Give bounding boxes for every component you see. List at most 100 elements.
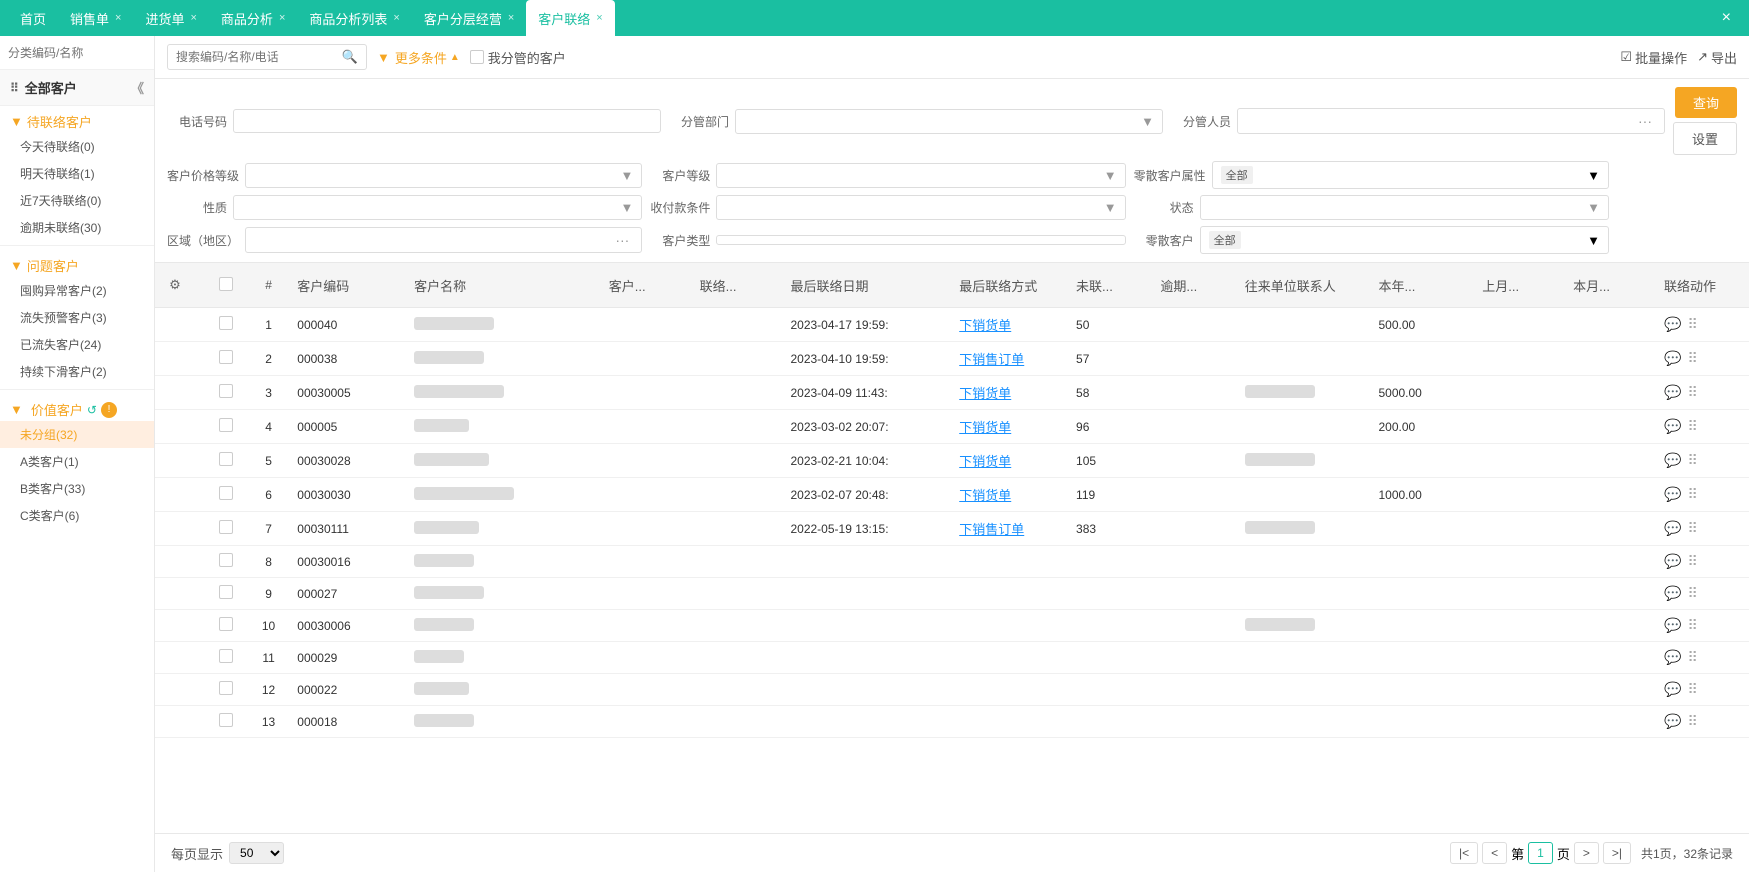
tab-purchase-order[interactable]: 进货单 ×	[133, 0, 208, 36]
chat-icon[interactable]: 💬	[1664, 316, 1681, 333]
group-value-customers[interactable]: ▼ 价值客户 ↺ !	[0, 394, 154, 421]
table-cell[interactable]	[207, 410, 246, 444]
nav-close-button[interactable]: ×	[1712, 9, 1741, 27]
th-last-contact-type[interactable]: 最后联络方式	[953, 263, 1070, 308]
sidebar-item-churned[interactable]: 已流失客户(24)	[0, 331, 154, 358]
more-action-icon[interactable]: ⠿	[1687, 617, 1697, 634]
th-unlink-days[interactable]: 未联...	[1070, 263, 1154, 308]
row-checkbox[interactable]	[219, 384, 233, 398]
th-overdue[interactable]: 逾期...	[1154, 263, 1238, 308]
last-type-link[interactable]: 下销货单	[959, 488, 1011, 503]
settings-icon[interactable]: ⚙	[161, 271, 189, 299]
my-customers-checkbox[interactable]: 我分管的客户	[470, 48, 566, 67]
last-contact-type-cell[interactable]: 下销售订单	[953, 342, 1070, 376]
home-tab[interactable]: 首页	[8, 9, 58, 28]
row-checkbox[interactable]	[219, 418, 233, 432]
last-type-link[interactable]: 下销货单	[959, 420, 1011, 435]
row-checkbox[interactable]	[219, 452, 233, 466]
more-action-icon[interactable]: ⠿	[1687, 452, 1697, 469]
select-all-checkbox[interactable]	[219, 277, 233, 291]
adv-select-dept[interactable]: ▼	[735, 109, 1163, 134]
table-cell[interactable]	[207, 512, 246, 546]
th-checkbox[interactable]	[207, 263, 246, 308]
sidebar-item-abnormal-hoard[interactable]: 囤购异常客户(2)	[0, 277, 154, 304]
th-this-month[interactable]: 本月...	[1567, 263, 1658, 308]
table-cell[interactable]	[207, 308, 246, 342]
last-contact-type-cell[interactable]: 下销售订单	[953, 512, 1070, 546]
close-tab-sales[interactable]: ×	[115, 12, 121, 24]
adv-select-customer-level[interactable]: ▼	[716, 163, 1125, 188]
sidebar-item-declining[interactable]: 持续下滑客户(2)	[0, 358, 154, 385]
chat-icon[interactable]: 💬	[1664, 486, 1681, 503]
reset-button[interactable]: 设置	[1673, 122, 1737, 155]
tab-customer-contact[interactable]: 客户联络 ×	[526, 0, 614, 36]
last-contact-type-cell[interactable]	[953, 546, 1070, 578]
more-conditions-btn[interactable]: ▼ 更多条件 ▲	[377, 48, 460, 67]
ellipsis-icon-2[interactable]: ···	[611, 232, 633, 248]
more-action-icon[interactable]: ⠿	[1687, 384, 1697, 401]
next-page-btn[interactable]: >	[1574, 842, 1599, 864]
th-last-month[interactable]: 上月...	[1476, 263, 1567, 308]
close-tab-segmentation[interactable]: ×	[508, 12, 514, 24]
adv-select-retail-customer[interactable]: 全部 ▼	[1200, 226, 1609, 254]
last-contact-type-cell[interactable]: 下销货单	[953, 308, 1070, 342]
adv-select-customer-type[interactable]	[716, 235, 1125, 245]
row-checkbox[interactable]	[219, 585, 233, 599]
last-type-link[interactable]: 下销货单	[959, 386, 1011, 401]
chat-icon[interactable]: 💬	[1664, 553, 1681, 570]
chat-icon[interactable]: 💬	[1664, 520, 1681, 537]
table-cell[interactable]	[207, 444, 246, 478]
table-cell[interactable]	[207, 546, 246, 578]
close-tab-purchase[interactable]: ×	[190, 12, 196, 24]
last-contact-type-cell[interactable]	[953, 610, 1070, 642]
close-tab-product-analysis-list[interactable]: ×	[393, 12, 399, 24]
adv-select-status[interactable]: ▼	[1200, 195, 1609, 220]
th-customer-type[interactable]: 客户...	[603, 263, 694, 308]
last-contact-type-cell[interactable]: 下销货单	[953, 410, 1070, 444]
th-interlocutor[interactable]: 往来单位联系人	[1239, 263, 1373, 308]
table-cell[interactable]	[207, 674, 246, 706]
adv-select-retail-attr[interactable]: 全部 ▼	[1212, 161, 1609, 189]
last-contact-type-cell[interactable]: 下销货单	[953, 444, 1070, 478]
th-this-year[interactable]: 本年...	[1372, 263, 1476, 308]
chat-icon[interactable]: 💬	[1664, 713, 1681, 730]
sidebar-item-type-b[interactable]: B类客户(33)	[0, 475, 154, 502]
sidebar-item-7day-pending[interactable]: 近7天待联络(0)	[0, 187, 154, 214]
row-checkbox[interactable]	[219, 553, 233, 567]
sidebar-search-input[interactable]	[8, 46, 155, 60]
row-checkbox[interactable]	[219, 617, 233, 631]
all-customers-header[interactable]: ⠿ 全部客户 《	[0, 70, 154, 106]
more-action-icon[interactable]: ⠿	[1687, 350, 1697, 367]
search-icon[interactable]: 🔍	[342, 49, 358, 65]
last-type-link[interactable]: 下销货单	[959, 454, 1011, 469]
row-checkbox[interactable]	[219, 350, 233, 364]
prev-page-btn[interactable]: <	[1482, 842, 1507, 864]
th-customer-name[interactable]: 客户名称	[408, 263, 603, 308]
search-input[interactable]	[176, 50, 342, 64]
row-checkbox[interactable]	[219, 520, 233, 534]
last-contact-type-cell[interactable]: 下销货单	[953, 478, 1070, 512]
table-cell[interactable]	[207, 706, 246, 738]
my-customers-check[interactable]	[470, 50, 484, 64]
close-tab-product-analysis[interactable]: ×	[279, 12, 285, 24]
more-action-icon[interactable]: ⠿	[1687, 649, 1697, 666]
sidebar-item-type-c[interactable]: C类客户(6)	[0, 502, 154, 529]
table-cell[interactable]	[207, 376, 246, 410]
per-page-select[interactable]: 50 20 100	[229, 842, 284, 864]
adv-select-price-level[interactable]: ▼	[245, 163, 642, 188]
collapse-sidebar-icon[interactable]: 《	[131, 78, 144, 97]
last-type-link[interactable]: 下销货单	[959, 318, 1011, 333]
table-cell[interactable]	[207, 610, 246, 642]
chat-icon[interactable]: 💬	[1664, 617, 1681, 634]
last-type-link[interactable]: 下销售订单	[959, 522, 1024, 537]
th-settings[interactable]: ⚙	[155, 263, 207, 308]
sidebar-item-type-a[interactable]: A类客户(1)	[0, 448, 154, 475]
refresh-icon[interactable]: ↺	[87, 403, 97, 417]
batch-op-button[interactable]: ☑ 批量操作	[1620, 48, 1687, 67]
last-contact-type-cell[interactable]	[953, 642, 1070, 674]
sidebar-item-ungrouped[interactable]: 未分组(32)	[0, 421, 154, 448]
table-cell[interactable]	[207, 342, 246, 376]
tab-product-analysis[interactable]: 商品分析 ×	[209, 0, 297, 36]
chat-icon[interactable]: 💬	[1664, 649, 1681, 666]
row-checkbox[interactable]	[219, 649, 233, 663]
